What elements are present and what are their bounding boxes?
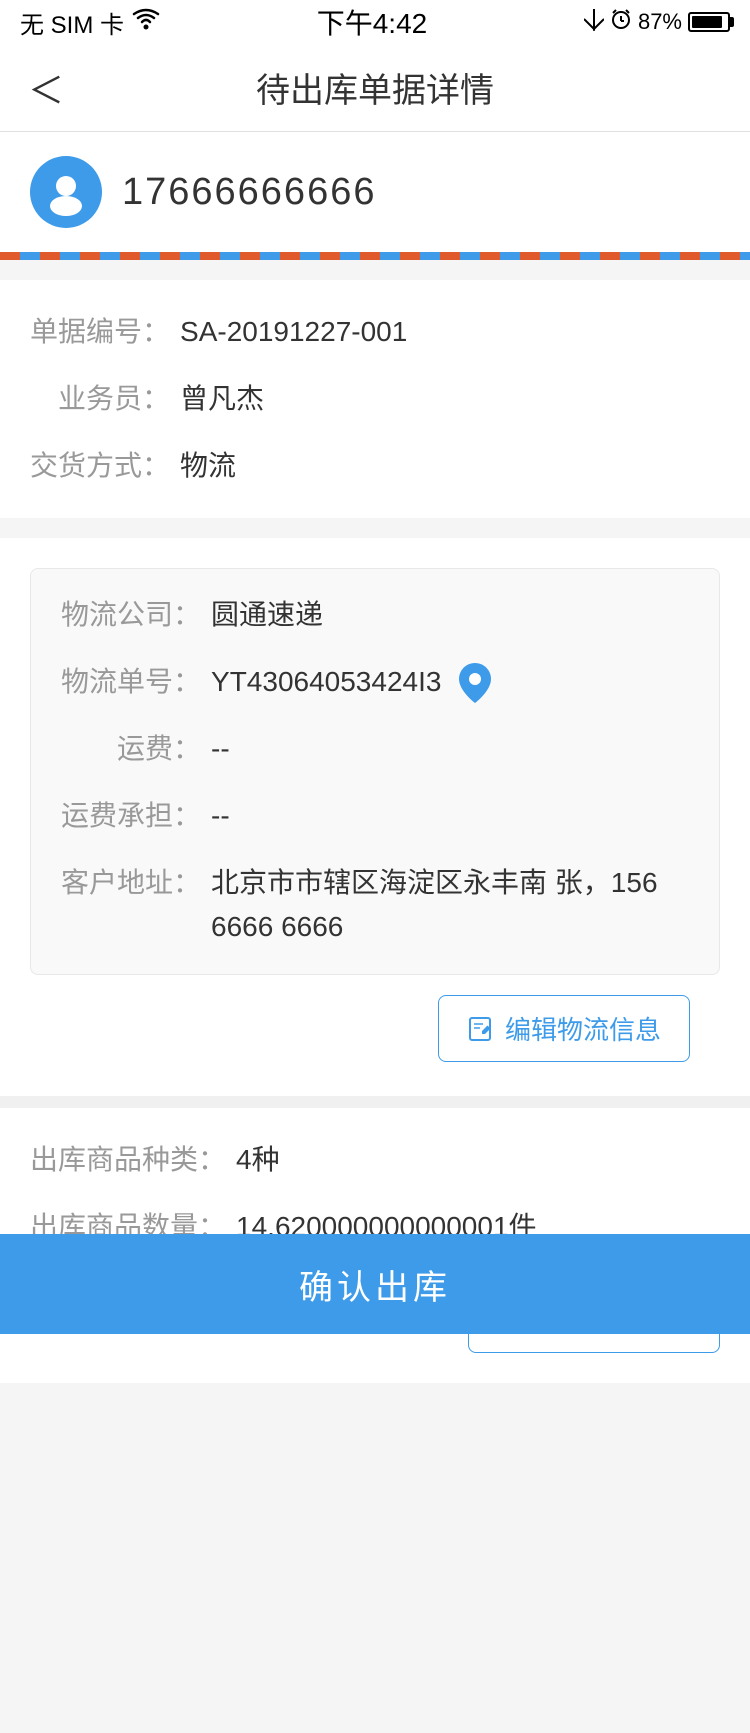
carrier-label: 无 SIM 卡 [20, 5, 124, 40]
edit-logistics-row: 编辑物流信息 [30, 995, 720, 1086]
delivery-label: 交货方式： [30, 444, 170, 489]
logistics-tracking-row: 物流单号： YT43064053424I3 [61, 660, 689, 705]
logistics-company-row: 物流公司： 圆通速递 [61, 593, 689, 638]
nav-bar: ＜ 待出库单据详情 [0, 44, 750, 132]
location-icon [584, 7, 604, 37]
dashed-border [0, 252, 750, 260]
salesman-value: 曾凡杰 [180, 377, 720, 422]
document-info-section: 单据编号： SA-20191227-001 业务员： 曾凡杰 交货方式： 物流 [0, 280, 750, 518]
logistics-tracking-label: 物流单号： [61, 660, 201, 705]
logistics-section: 物流公司： 圆通速递 物流单号： YT43064053424I3 [0, 538, 750, 1096]
wifi-icon [132, 8, 160, 37]
address-value: 北京市市辖区海淀区永丰南 张，156 6666 6666 [211, 861, 689, 951]
freight-row: 运费： -- [61, 727, 689, 772]
freight-bear-row: 运费承担： -- [61, 794, 689, 839]
user-phone: 17666666666 [122, 171, 376, 214]
logistics-company-label: 物流公司： [61, 593, 201, 638]
freight-bear-label: 运费承担： [61, 794, 201, 839]
avatar [30, 156, 102, 228]
status-bar: 无 SIM 卡 下午4:42 87% [0, 0, 750, 44]
alarm-icon [610, 8, 632, 36]
freight-label: 运费： [61, 727, 201, 772]
goods-types-value: 4种 [236, 1138, 720, 1183]
location-pin-icon[interactable] [457, 661, 493, 705]
battery-icon [688, 12, 730, 32]
edit-icon [467, 1015, 495, 1043]
status-left: 无 SIM 卡 [20, 5, 160, 40]
document-number-row: 单据编号： SA-20191227-001 [30, 310, 720, 355]
salesman-row: 业务员： 曾凡杰 [30, 377, 720, 422]
edit-logistics-label: 编辑物流信息 [505, 1010, 661, 1047]
user-header: 17666666666 [0, 132, 750, 252]
battery-percentage: 87% [638, 9, 682, 35]
freight-value: -- [211, 727, 689, 772]
delivery-row: 交货方式： 物流 [30, 444, 720, 489]
freight-bear-value: -- [211, 794, 689, 839]
delivery-value: 物流 [180, 444, 720, 489]
goods-types-label: 出库商品种类： [30, 1138, 226, 1183]
address-row: 客户地址： 北京市市辖区海淀区永丰南 张，156 6666 6666 [61, 861, 689, 951]
goods-types-row: 出库商品种类： 4种 [30, 1138, 720, 1183]
logistics-company-value: 圆通速递 [211, 593, 689, 638]
edit-logistics-button[interactable]: 编辑物流信息 [438, 995, 690, 1062]
bottom-spacer [0, 1383, 750, 1633]
logistics-card: 物流公司： 圆通速递 物流单号： YT43064053424I3 [30, 568, 720, 975]
status-time: 下午4:42 [317, 2, 428, 42]
page-title: 待出库单据详情 [256, 63, 494, 112]
document-number-label: 单据编号： [30, 310, 170, 355]
confirm-label: 确认出库 [299, 1260, 451, 1309]
status-right: 87% [584, 7, 730, 37]
document-number-value: SA-20191227-001 [180, 310, 720, 355]
address-label: 客户地址： [61, 861, 201, 906]
separator-1 [0, 1096, 750, 1108]
page-content: 17666666666 单据编号： SA-20191227-001 业务员： 曾… [0, 132, 750, 1733]
back-button[interactable]: ＜ [28, 62, 64, 114]
confirm-button[interactable]: 确认出库 [0, 1234, 750, 1334]
logistics-tracking-value: YT43064053424I3 [211, 660, 689, 705]
salesman-label: 业务员： [30, 377, 170, 422]
